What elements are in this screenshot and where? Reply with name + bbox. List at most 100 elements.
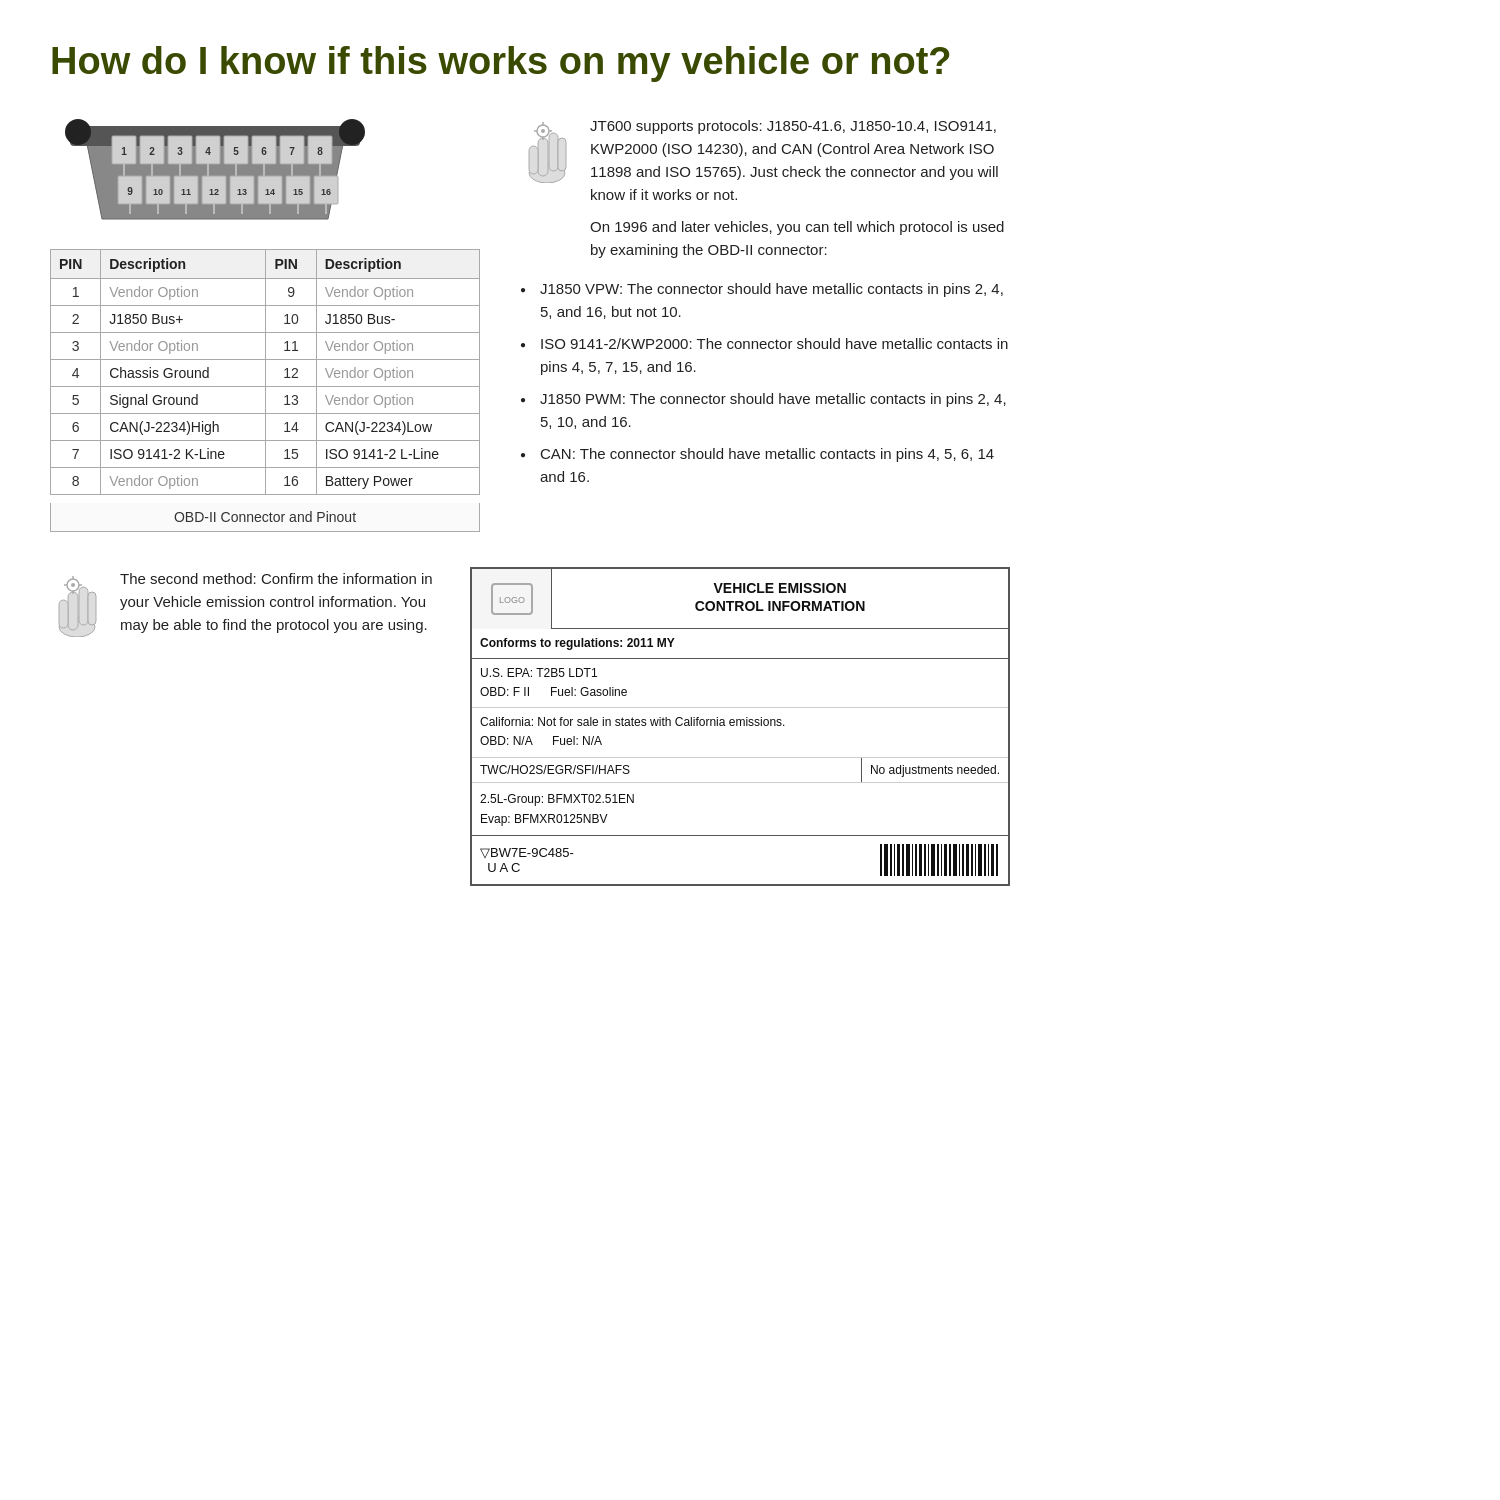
- obd-text: OBD: F II: [480, 685, 530, 699]
- svg-rect-55: [558, 138, 566, 171]
- right-header-section: JT600 supports protocols: J1850-41.6, J1…: [520, 114, 1010, 262]
- svg-rect-65: [79, 587, 88, 625]
- svg-rect-86: [924, 844, 926, 876]
- svg-rect-76: [880, 844, 882, 876]
- svg-text:LOGO: LOGO: [498, 595, 524, 605]
- pin-number-left: 1: [51, 278, 101, 305]
- protocols-para2: On 1996 and later vehicles, you can tell…: [590, 215, 1010, 262]
- bottom-method-text: The second method: Confirm the informati…: [120, 567, 440, 637]
- obd-na-text: OBD: N/A: [480, 734, 532, 748]
- left-column: 1 2 3 4 5 6 7 8: [50, 114, 480, 532]
- table-row: 3Vendor Option11Vendor Option: [51, 332, 480, 359]
- svg-rect-53: [538, 138, 548, 176]
- svg-rect-64: [68, 592, 78, 630]
- svg-rect-56: [529, 146, 538, 174]
- pin-number-right: 11: [266, 332, 316, 359]
- emission-row-conform: Conforms to regulations: 2011 MY: [472, 629, 1008, 659]
- adjustment-text: No adjustments needed.: [862, 758, 1008, 782]
- svg-text:3: 3: [177, 146, 183, 157]
- table-row: 7ISO 9141-2 K-Line15ISO 9141-2 L-Line: [51, 440, 480, 467]
- pin-number-right: 14: [266, 413, 316, 440]
- model-code: ▽BW7E-9C485- U A C: [480, 845, 574, 875]
- right-intro-text: JT600 supports protocols: J1850-41.6, J1…: [590, 114, 1010, 262]
- col-header-desc2: Description: [316, 249, 479, 278]
- svg-rect-97: [971, 844, 973, 876]
- svg-rect-101: [988, 844, 989, 876]
- pin-desc-right: J1850 Bus-: [316, 305, 479, 332]
- svg-rect-88: [931, 844, 935, 876]
- emission-row-california: California: Not for sale in states with …: [472, 708, 1008, 757]
- table-row: 4Chassis Ground12Vendor Option: [51, 359, 480, 386]
- svg-rect-66: [88, 592, 96, 625]
- svg-text:11: 11: [181, 187, 191, 197]
- pin-number-left: 3: [51, 332, 101, 359]
- pin-number-left: 5: [51, 386, 101, 413]
- svg-rect-87: [928, 844, 929, 876]
- pin-desc-left: Vendor Option: [101, 278, 266, 305]
- fuel-na-text: Fuel: N/A: [552, 734, 602, 748]
- table-row: 8Vendor Option16Battery Power: [51, 467, 480, 494]
- svg-text:16: 16: [321, 187, 331, 197]
- bottom-section: The second method: Confirm the informati…: [50, 567, 1010, 887]
- page-title: How do I know if this works on my vehicl…: [50, 40, 1010, 84]
- col-header-pin2: PIN: [266, 249, 316, 278]
- pin-desc-left: J1850 Bus+: [101, 305, 266, 332]
- pin-number-right: 10: [266, 305, 316, 332]
- svg-text:8: 8: [317, 146, 323, 157]
- emission-logo-box: LOGO: [472, 569, 552, 629]
- svg-text:10: 10: [153, 187, 163, 197]
- emission-row-twc: TWC/HO2S/EGR/SFI/HAFS No adjustments nee…: [472, 758, 1008, 783]
- pin-desc-left: Signal Ground: [101, 386, 266, 413]
- svg-text:12: 12: [209, 187, 219, 197]
- svg-point-69: [71, 583, 75, 587]
- svg-rect-96: [966, 844, 969, 876]
- pin-desc-left: Chassis Ground: [101, 359, 266, 386]
- svg-text:14: 14: [265, 187, 275, 197]
- svg-point-2: [65, 119, 91, 145]
- emission-bottom: ▽BW7E-9C485- U A C: [472, 835, 1008, 884]
- table-row: 6CAN(J-2234)High14CAN(J-2234)Low: [51, 413, 480, 440]
- pin-number-right: 9: [266, 278, 316, 305]
- svg-rect-80: [897, 844, 900, 876]
- bullet-item: J1850 VPW: The connector should have met…: [520, 273, 1010, 328]
- pin-desc-left: Vendor Option: [101, 467, 266, 494]
- pin-desc-right: Vendor Option: [316, 359, 479, 386]
- svg-rect-95: [962, 844, 964, 876]
- svg-rect-90: [941, 844, 942, 876]
- svg-point-3: [339, 119, 365, 145]
- table-row: 2J1850 Bus+10J1850 Bus-: [51, 305, 480, 332]
- svg-rect-91: [944, 844, 947, 876]
- group-text: 2.5L-Group: BFMXT02.51EN: [480, 789, 1000, 809]
- barcode: [880, 842, 1000, 878]
- table-row: 5Signal Ground13Vendor Option: [51, 386, 480, 413]
- col-header-desc1: Description: [101, 249, 266, 278]
- svg-rect-79: [894, 844, 895, 876]
- protocols-text: JT600 supports protocols: J1850-41.6, J1…: [590, 114, 1010, 207]
- table-caption: OBD-II Connector and Pinout: [50, 503, 480, 532]
- emission-title: VEHICLE EMISSIONCONTROL INFORMATION: [552, 569, 1008, 629]
- pin-desc-right: ISO 9141-2 L-Line: [316, 440, 479, 467]
- pin-desc-right: Vendor Option: [316, 332, 479, 359]
- svg-text:15: 15: [293, 187, 303, 197]
- bullet-list: J1850 VPW: The connector should have met…: [520, 273, 1010, 493]
- svg-rect-84: [915, 844, 917, 876]
- pin-desc-right: Vendor Option: [316, 386, 479, 413]
- svg-text:1: 1: [121, 146, 127, 157]
- bullet-item: CAN: The connector should have metallic …: [520, 438, 1010, 493]
- pin-desc-left: Vendor Option: [101, 332, 266, 359]
- svg-rect-78: [890, 844, 892, 876]
- finger-icon-bottom: [50, 572, 105, 641]
- pin-number-right: 15: [266, 440, 316, 467]
- svg-rect-82: [906, 844, 910, 876]
- emission-card-section: LOGO VEHICLE EMISSIONCONTROL INFORMATION…: [470, 567, 1010, 887]
- emission-row-epa: U.S. EPA: T2B5 LDT1 OBD: F II Fuel: Gaso…: [472, 659, 1008, 708]
- svg-rect-102: [991, 844, 994, 876]
- svg-rect-81: [902, 844, 904, 876]
- svg-text:9: 9: [127, 186, 133, 197]
- bullet-item: ISO 9141-2/KWP2000: The connector should…: [520, 328, 1010, 383]
- pin-desc-right: CAN(J-2234)Low: [316, 413, 479, 440]
- svg-rect-67: [59, 600, 68, 628]
- svg-rect-103: [996, 844, 998, 876]
- svg-rect-94: [959, 844, 960, 876]
- svg-point-58: [541, 129, 545, 133]
